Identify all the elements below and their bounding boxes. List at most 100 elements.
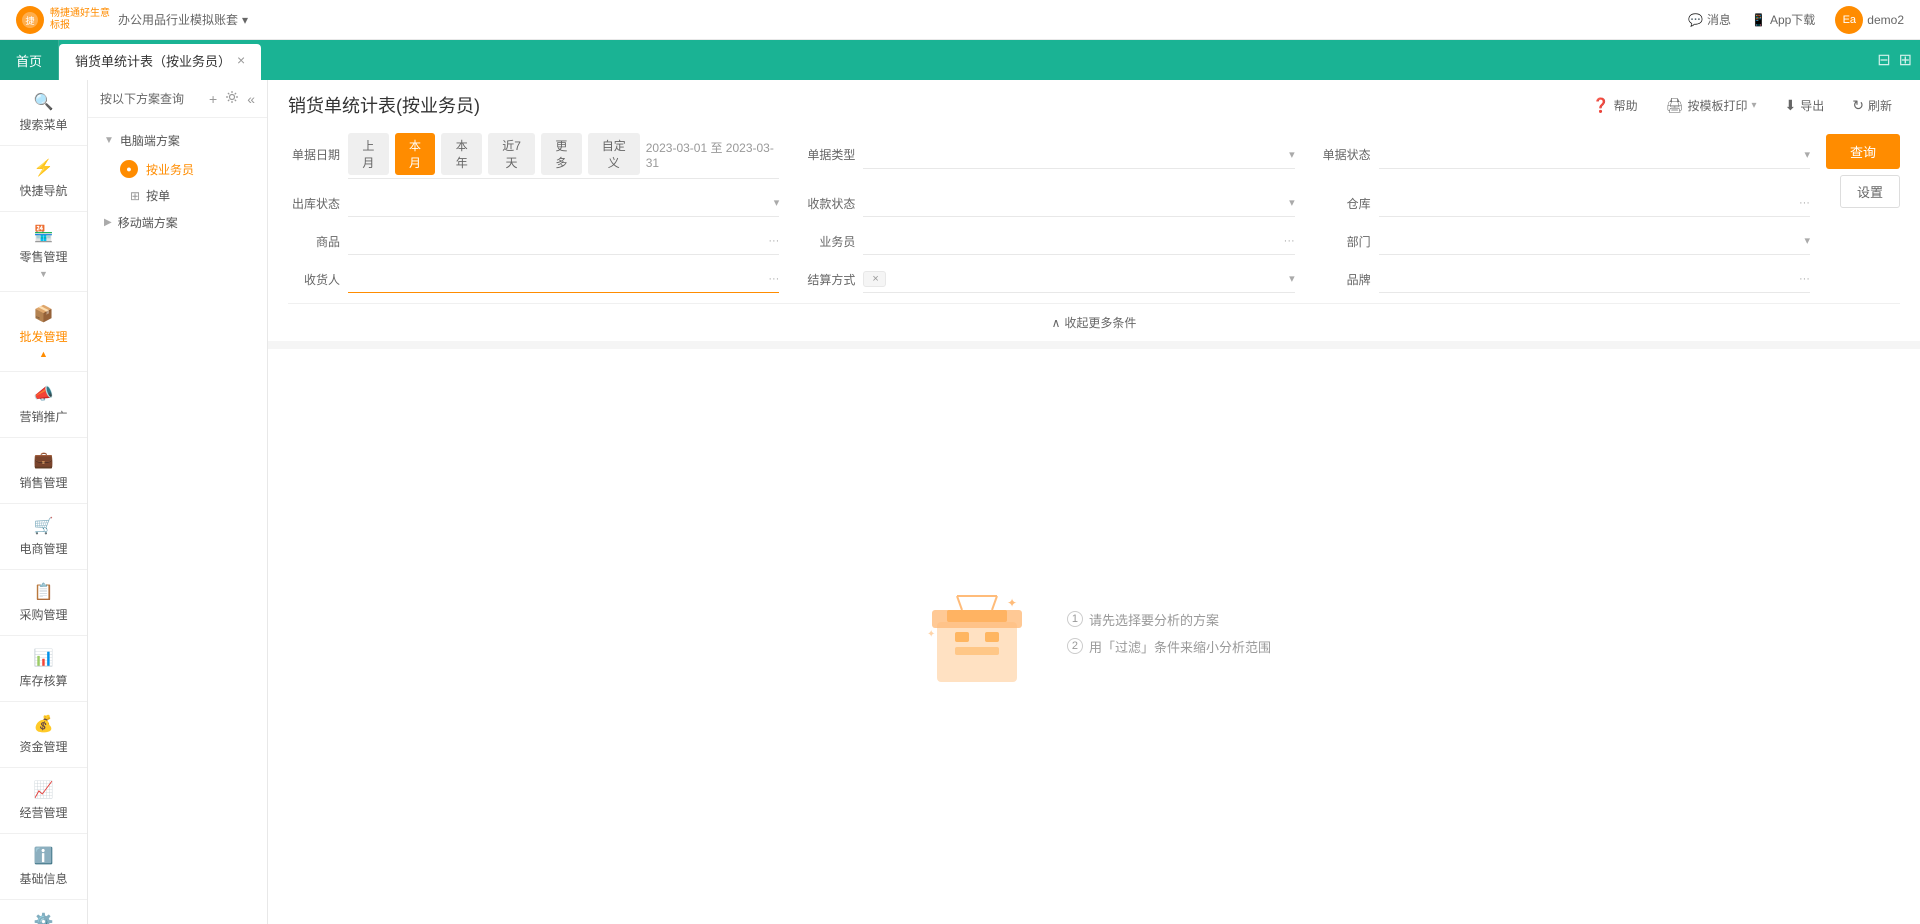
date-btn-this-year[interactable]: 本年 xyxy=(441,133,482,175)
date-control: 上月 本月 本年 近7天 更多 自定义 2023-03-01 至 2023-03… xyxy=(348,130,779,179)
sidebar-label-finance: 资金管理 xyxy=(19,738,67,755)
product-label: 商品 xyxy=(288,233,340,250)
stock-status-label: 出库状态 xyxy=(288,195,340,212)
tab-close-icon[interactable]: × xyxy=(237,52,245,68)
sidebar-item-quicknav[interactable]: ⚡ 快捷导航 xyxy=(0,146,87,212)
warehouse-control[interactable]: ··· xyxy=(1379,189,1810,217)
scheme-header-icons: + « xyxy=(209,90,255,107)
help-button[interactable]: ❓ 帮助 xyxy=(1584,93,1645,118)
app-download-action[interactable]: 📱 App下载 xyxy=(1751,11,1815,28)
user-area[interactable]: Ea demo2 xyxy=(1835,6,1904,34)
salesperson-badge: ● xyxy=(120,160,138,178)
finance-icon: 💰 xyxy=(34,714,54,734)
brand-label: 品牌 xyxy=(1319,271,1371,288)
retail-arrow-icon: ▼ xyxy=(39,269,48,279)
salesperson-cell: 业务员 ··· xyxy=(803,227,1294,255)
sidebar-label-retail: 零售管理 xyxy=(19,248,67,265)
empty-content: ✦ ✦ 1 请先选择要分析的方案 xyxy=(917,582,1271,692)
scheme-by-order[interactable]: ⊞ 按单 xyxy=(88,183,267,208)
date-btn-last-month[interactable]: 上月 xyxy=(348,133,389,175)
product-control[interactable]: ··· xyxy=(348,227,779,255)
scheme-collapse-icon[interactable]: « xyxy=(247,91,255,107)
date-btn-7days[interactable]: 近7天 xyxy=(488,133,535,175)
query-button[interactable]: 查询 xyxy=(1826,134,1900,169)
date-range-text: 2023-03-01 至 2023-03-31 xyxy=(646,139,780,170)
print-button[interactable]: 🖨 按模板打印 ▾ xyxy=(1658,93,1765,118)
settle-cell: 结算方式 × ▾ xyxy=(803,265,1294,293)
settle-control[interactable]: × ▾ xyxy=(863,265,1294,293)
sidebar-item-marketing[interactable]: 📣 营销推广 xyxy=(0,372,87,438)
stock-status-control[interactable]: ▾ xyxy=(348,189,779,217)
sidebar-item-ecommerce[interactable]: 🛒 电商管理 xyxy=(0,504,87,570)
logo-area[interactable]: 捷 畅捷通好生意 标报 xyxy=(16,6,110,34)
inventory-icon: 📊 xyxy=(34,648,54,668)
scheme-desktop-group[interactable]: ▼ 电脑端方案 xyxy=(88,126,267,155)
empty-step1: 1 请先选择要分析的方案 xyxy=(1067,610,1271,629)
empty-illustration: ✦ ✦ xyxy=(917,582,1037,692)
desktop-group-label: 电脑端方案 xyxy=(120,132,251,149)
refresh-button[interactable]: ↻ 刷新 xyxy=(1844,93,1900,118)
tab-sales-report[interactable]: 销货单统计表（按业务员） × xyxy=(59,44,261,80)
tab-minimize-icon[interactable]: ⊟ xyxy=(1877,50,1890,70)
page-header-section: 销货单统计表(按业务员) ❓ 帮助 🖨 按模板打印 ▾ ⬇ xyxy=(268,80,1920,341)
sidebar-item-inventory[interactable]: 📊 库存核算 xyxy=(0,636,87,702)
header-left: 捷 畅捷通好生意 标报 办公用品行业模拟账套 ▾ xyxy=(16,6,248,34)
filter-fields: 单据日期 上月 本月 本年 近7天 更多 自定义 2023-03-01 至 20… xyxy=(288,130,1810,303)
home-tab-label: 首页 xyxy=(16,51,42,70)
date-btn-custom[interactable]: 自定义 xyxy=(588,133,640,175)
date-label: 单据日期 xyxy=(288,146,340,163)
tab-home[interactable]: 首页 xyxy=(0,40,59,80)
sidebar-item-retail[interactable]: 🏪 零售管理 ▼ xyxy=(0,212,87,292)
consignee-control[interactable]: ··· xyxy=(348,265,779,293)
empty-state: ✦ ✦ 1 请先选择要分析的方案 xyxy=(268,349,1920,924)
empty-step2: 2 用「过滤」条件来缩小分析范围 xyxy=(1067,637,1271,656)
sidebar-item-search[interactable]: 🔍 搜索菜单 xyxy=(0,80,87,146)
scheme-panel-body: ▼ 电脑端方案 ● 按业务员 ⊞ 按单 ▶ 移动端方案 xyxy=(88,118,267,245)
export-button[interactable]: ⬇ 导出 xyxy=(1777,93,1833,118)
order-status-label: 单据状态 xyxy=(1319,146,1371,163)
settle-tag: × xyxy=(863,271,885,287)
scheme-add-icon[interactable]: + xyxy=(209,91,217,107)
scheme-by-salesperson[interactable]: ● 按业务员 xyxy=(88,155,267,183)
top-header: 捷 畅捷通好生意 标报 办公用品行业模拟账套 ▾ 💬 消息 📱 App下载 Ea… xyxy=(0,0,1920,40)
message-action[interactable]: 💬 消息 xyxy=(1688,11,1731,28)
date-cell: 单据日期 上月 本月 本年 近7天 更多 自定义 2023-03-01 至 20… xyxy=(288,130,779,179)
sidebar-item-finance[interactable]: 💰 资金管理 xyxy=(0,702,87,768)
salesperson-control[interactable]: ··· xyxy=(863,227,1294,255)
print-icon: 🖨 xyxy=(1666,97,1684,114)
sidebar-item-purchase[interactable]: 📋 采购管理 xyxy=(0,570,87,636)
filter-submit: 查询 设置 xyxy=(1826,130,1900,208)
sidebar: 🔍 搜索菜单 ⚡ 快捷导航 🏪 零售管理 ▼ 📦 批发管理 ▲ 📣 营销推广 💼… xyxy=(0,80,88,924)
settings-button[interactable]: 设置 xyxy=(1840,175,1900,208)
avatar: Ea xyxy=(1835,6,1863,34)
main-layout: 🔍 搜索菜单 ⚡ 快捷导航 🏪 零售管理 ▼ 📦 批发管理 ▲ 📣 营销推广 💼… xyxy=(0,80,1920,924)
sidebar-item-operation[interactable]: 📈 经营管理 xyxy=(0,768,87,834)
ecommerce-icon: 🛒 xyxy=(34,516,54,536)
workspace-dropdown[interactable]: 办公用品行业模拟账套 ▾ xyxy=(118,11,248,28)
sidebar-label-quicknav: 快捷导航 xyxy=(19,182,67,199)
mobile-arrow-icon: ▶ xyxy=(104,217,112,228)
sidebar-item-system[interactable]: ⚙️ 系统管理 xyxy=(0,900,87,924)
tab-maximize-icon[interactable]: ⊞ xyxy=(1899,50,1912,70)
scheme-settings-icon[interactable] xyxy=(225,90,239,107)
settle-arrow-icon: ▾ xyxy=(1289,272,1295,285)
sidebar-item-wholesale[interactable]: 📦 批发管理 ▲ xyxy=(0,292,87,372)
department-control[interactable]: ▾ xyxy=(1379,227,1810,255)
search-icon: 🔍 xyxy=(34,92,54,112)
retail-icon: 🏪 xyxy=(34,224,54,244)
collapse-button[interactable]: ∧ 收起更多条件 xyxy=(1040,310,1149,335)
page-right-actions: ❓ 帮助 🖨 按模板打印 ▾ ⬇ 导出 ↻ xyxy=(1584,93,1900,118)
date-btn-this-month[interactable]: 本月 xyxy=(395,133,436,175)
sales-icon: 💼 xyxy=(34,450,54,470)
scheme-mobile-group[interactable]: ▶ 移动端方案 xyxy=(88,208,267,237)
sidebar-label-sales: 销售管理 xyxy=(19,474,67,491)
brand-control[interactable]: ··· xyxy=(1379,265,1810,293)
payment-status-control[interactable]: ▾ xyxy=(863,189,1294,217)
order-status-control[interactable]: ▾ xyxy=(1379,141,1810,169)
date-btn-more[interactable]: 更多 xyxy=(541,133,582,175)
sidebar-item-sales[interactable]: 💼 销售管理 xyxy=(0,438,87,504)
order-type-control[interactable]: ▾ xyxy=(863,141,1294,169)
sidebar-item-basic-info[interactable]: ℹ️ 基础信息 xyxy=(0,834,87,900)
empty-text: 1 请先选择要分析的方案 2 用「过滤」条件来缩小分析范围 xyxy=(1067,610,1271,664)
settle-tag-clear[interactable]: × xyxy=(872,273,878,285)
